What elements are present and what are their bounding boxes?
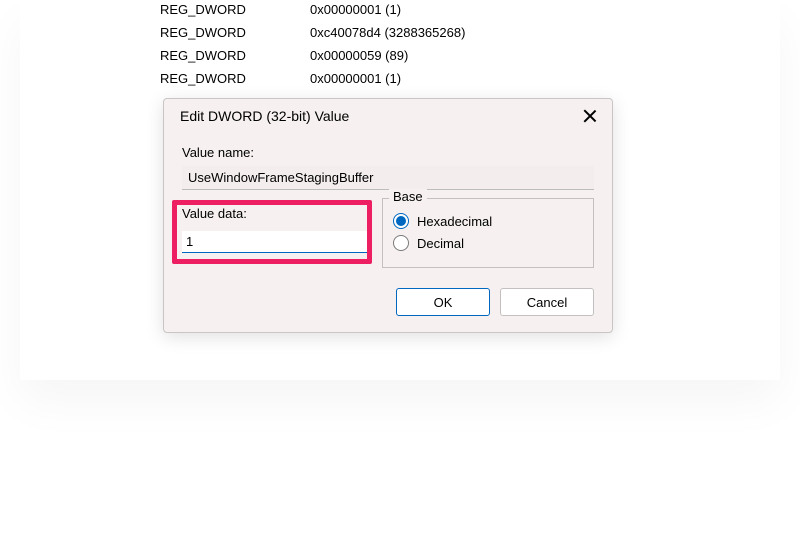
cell-data: 0x00000059 (89) [310, 48, 570, 63]
radio-decimal[interactable]: Decimal [393, 235, 583, 251]
cell-data: 0xc40078d4 (3288365268) [310, 25, 570, 40]
value-data-label: Value data: [182, 206, 372, 221]
cell-type: REG_DWORD [160, 25, 310, 40]
cancel-button[interactable]: Cancel [500, 288, 594, 316]
radio-icon [393, 235, 409, 251]
dialog-titlebar[interactable]: Edit DWORD (32-bit) Value [164, 99, 612, 133]
radio-hexadecimal[interactable]: Hexadecimal [393, 213, 583, 229]
value-name-label: Value name: [182, 145, 594, 160]
cell-type: REG_DWORD [160, 2, 310, 17]
ok-button[interactable]: OK [396, 288, 490, 316]
value-data-input[interactable] [182, 231, 372, 253]
radio-label: Decimal [417, 236, 464, 251]
dialog-title: Edit DWORD (32-bit) Value [180, 108, 349, 124]
table-row[interactable]: REG_DWORD 0x00000059 (89) [160, 48, 570, 63]
registry-rows: REG_DWORD 0x00000001 (1) REG_DWORD 0xc40… [160, 0, 570, 86]
cell-type: REG_DWORD [160, 71, 310, 86]
radio-label: Hexadecimal [417, 214, 492, 229]
edit-dword-dialog: Edit DWORD (32-bit) Value Value name: Va… [163, 98, 613, 333]
base-legend: Base [389, 189, 427, 204]
value-name-input[interactable] [182, 166, 594, 190]
cell-data: 0x00000001 (1) [310, 2, 570, 17]
radio-icon [393, 213, 409, 229]
table-row[interactable]: REG_DWORD 0x00000001 (1) [160, 2, 570, 17]
table-row[interactable]: REG_DWORD 0x00000001 (1) [160, 71, 570, 86]
cell-type: REG_DWORD [160, 48, 310, 63]
close-icon[interactable] [582, 108, 598, 124]
table-row[interactable]: REG_DWORD 0xc40078d4 (3288365268) [160, 25, 570, 40]
base-group: Base Hexadecimal Decimal [382, 198, 594, 268]
cell-data: 0x00000001 (1) [310, 71, 570, 86]
